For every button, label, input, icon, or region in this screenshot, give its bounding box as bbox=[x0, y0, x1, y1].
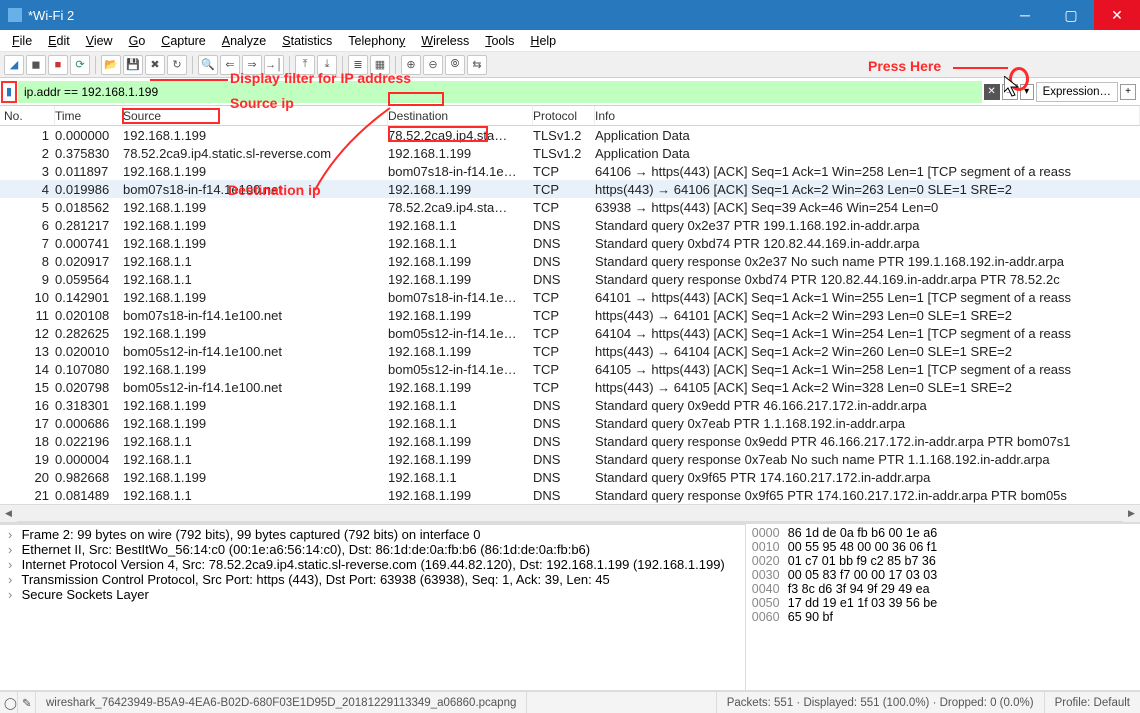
toolbar-autoscroll-icon[interactable]: ≣ bbox=[348, 55, 368, 75]
menu-tools[interactable]: Tools bbox=[477, 32, 522, 50]
hex-row[interactable]: 003000 05 83 f7 00 00 17 03 03 bbox=[752, 568, 975, 582]
table-row[interactable]: 70.000741192.168.1.199192.168.1.1DNSStan… bbox=[0, 234, 1140, 252]
maximize-button[interactable]: ▢ bbox=[1048, 0, 1094, 30]
hex-row[interactable]: 001000 55 95 48 00 00 36 06 f1 bbox=[752, 540, 975, 554]
toolbar-reload-icon[interactable]: ↻ bbox=[167, 55, 187, 75]
column-info[interactable]: Info bbox=[595, 106, 1140, 125]
display-filter-input[interactable] bbox=[18, 81, 982, 103]
status-file: wireshark_76423949-B5A9-4EA6-B02D-680F03… bbox=[36, 692, 527, 713]
column-source[interactable]: Source bbox=[123, 106, 388, 125]
toolbar-options-icon[interactable]: ◼ bbox=[26, 55, 46, 75]
column-destination[interactable]: Destination bbox=[388, 106, 533, 125]
menu-telephony[interactable]: Telephony bbox=[340, 32, 413, 50]
toolbar-zoomout-icon[interactable]: ⊖ bbox=[423, 55, 443, 75]
table-row[interactable]: 50.018562192.168.1.19978.52.2ca9.ip4.sta… bbox=[0, 198, 1140, 216]
toolbar-zoomin-icon[interactable]: ⊕ bbox=[401, 55, 421, 75]
clear-filter-icon[interactable]: ✕ bbox=[984, 84, 1000, 100]
packet-bytes-pane[interactable]: 000086 1d de 0a fb b6 00 1e a6001000 55 … bbox=[745, 524, 981, 691]
table-row[interactable]: 20.37583078.52.2ca9.ip4.static.sl-revers… bbox=[0, 144, 1140, 162]
toolbar-close-icon[interactable]: ✖ bbox=[145, 55, 165, 75]
toolbar-prev-icon[interactable]: ⇐ bbox=[220, 55, 240, 75]
toolbar: ◢ ◼ ■ ⟳ 📂 💾 ✖ ↻ 🔍 ⇐ ⇒ →│ ⤒ ⤓ ≣ ▦ ⊕ ⊖ ⦾ ⇆ bbox=[0, 52, 1140, 78]
window-title: *Wi-Fi 2 bbox=[28, 8, 1002, 23]
toolbar-stop-capture-icon[interactable]: ■ bbox=[48, 55, 68, 75]
packet-list-header[interactable]: No. Time Source Destination Protocol Inf… bbox=[0, 106, 1140, 126]
table-row[interactable]: 110.020108bom07s18-in-f14.1e100.net192.1… bbox=[0, 306, 1140, 324]
statusbar: ◯ ✎ wireshark_76423949-B5A9-4EA6-B02D-68… bbox=[0, 691, 1140, 713]
menubar: File Edit View Go Capture Analyze Statis… bbox=[0, 30, 1140, 52]
filter-bar: ▮ ✕ → ▾ Expression… + bbox=[0, 78, 1140, 106]
menu-file[interactable]: File bbox=[4, 32, 40, 50]
table-row[interactable]: 140.107080192.168.1.199bom05s12-in-f14.1… bbox=[0, 360, 1140, 378]
table-row[interactable]: 190.000004192.168.1.1192.168.1.199DNSSta… bbox=[0, 450, 1140, 468]
tree-item[interactable]: › Secure Sockets Layer bbox=[8, 587, 725, 602]
menu-view[interactable]: View bbox=[78, 32, 121, 50]
table-row[interactable]: 200.982668192.168.1.199192.168.1.1DNSSta… bbox=[0, 468, 1140, 486]
table-row[interactable]: 180.022196192.168.1.1192.168.1.199DNSSta… bbox=[0, 432, 1140, 450]
toolbar-goto-icon[interactable]: →│ bbox=[264, 55, 284, 75]
scroll-left-icon[interactable]: ◀ bbox=[0, 505, 17, 522]
menu-analyze[interactable]: Analyze bbox=[214, 32, 274, 50]
expert-info-icon[interactable]: ◯ bbox=[0, 692, 18, 713]
table-row[interactable]: 30.011897192.168.1.199bom07s18-in-f14.1e… bbox=[0, 162, 1140, 180]
toolbar-find-icon[interactable]: 🔍 bbox=[198, 55, 218, 75]
hex-row[interactable]: 006065 90 bf bbox=[752, 610, 975, 624]
menu-help[interactable]: Help bbox=[522, 32, 564, 50]
close-button[interactable]: ✕ bbox=[1094, 0, 1140, 30]
status-profile[interactable]: Profile: Default bbox=[1045, 692, 1140, 713]
table-row[interactable]: 40.019986bom07s18-in-f14.1e100.net192.16… bbox=[0, 180, 1140, 198]
column-protocol[interactable]: Protocol bbox=[533, 106, 595, 125]
menu-wireless[interactable]: Wireless bbox=[413, 32, 477, 50]
table-row[interactable]: 150.020798bom05s12-in-f14.1e100.net192.1… bbox=[0, 378, 1140, 396]
toolbar-save-icon[interactable]: 💾 bbox=[123, 55, 143, 75]
bookmark-filter-icon[interactable]: ▮ bbox=[1, 81, 17, 103]
menu-go[interactable]: Go bbox=[121, 32, 154, 50]
table-row[interactable]: 210.081489192.168.1.1192.168.1.199DNSSta… bbox=[0, 486, 1140, 504]
table-row[interactable]: 10.000000192.168.1.19978.52.2ca9.ip4.sta… bbox=[0, 126, 1140, 144]
menu-statistics[interactable]: Statistics bbox=[274, 32, 340, 50]
toolbar-start-capture-icon[interactable]: ◢ bbox=[4, 55, 24, 75]
tree-item[interactable]: › Internet Protocol Version 4, Src: 78.5… bbox=[8, 557, 725, 572]
column-no[interactable]: No. bbox=[0, 106, 55, 125]
packet-details-pane[interactable]: › Frame 2: 99 bytes on wire (792 bits), … bbox=[0, 524, 745, 691]
table-row[interactable]: 120.282625192.168.1.199bom05s12-in-f14.1… bbox=[0, 324, 1140, 342]
capture-file-properties-icon[interactable]: ✎ bbox=[18, 692, 36, 713]
toolbar-last-icon[interactable]: ⤓ bbox=[317, 55, 337, 75]
titlebar: *Wi-Fi 2 ─ ▢ ✕ bbox=[0, 0, 1140, 30]
toolbar-next-icon[interactable]: ⇒ bbox=[242, 55, 262, 75]
add-filter-button-icon[interactable]: + bbox=[1120, 84, 1136, 100]
table-row[interactable]: 130.020010bom05s12-in-f14.1e100.net192.1… bbox=[0, 342, 1140, 360]
packet-list[interactable]: 10.000000192.168.1.19978.52.2ca9.ip4.sta… bbox=[0, 126, 1140, 504]
hex-row[interactable]: 002001 c7 01 bb f9 c2 85 b7 36 bbox=[752, 554, 975, 568]
hex-row[interactable]: 000086 1d de 0a fb b6 00 1e a6 bbox=[752, 526, 975, 540]
column-time[interactable]: Time bbox=[55, 106, 123, 125]
toolbar-first-icon[interactable]: ⤒ bbox=[295, 55, 315, 75]
menu-capture[interactable]: Capture bbox=[153, 32, 213, 50]
toolbar-restart-capture-icon[interactable]: ⟳ bbox=[70, 55, 90, 75]
hex-row[interactable]: 0040f3 8c d6 3f 94 9f 29 49 ea bbox=[752, 582, 975, 596]
app-icon bbox=[8, 8, 22, 22]
status-packets: Packets: 551 · Displayed: 551 (100.0%) ·… bbox=[717, 692, 1045, 713]
toolbar-colorize-icon[interactable]: ▦ bbox=[370, 55, 390, 75]
table-row[interactable]: 60.281217192.168.1.199192.168.1.1DNSStan… bbox=[0, 216, 1140, 234]
minimize-button[interactable]: ─ bbox=[1002, 0, 1048, 30]
tree-item[interactable]: › Ethernet II, Src: BestItWo_56:14:c0 (0… bbox=[8, 542, 725, 557]
toolbar-zoomreset-icon[interactable]: ⦾ bbox=[445, 55, 465, 75]
toolbar-open-icon[interactable]: 📂 bbox=[101, 55, 121, 75]
table-row[interactable]: 160.318301192.168.1.199192.168.1.1DNSSta… bbox=[0, 396, 1140, 414]
table-row[interactable]: 90.059564192.168.1.1192.168.1.199DNSStan… bbox=[0, 270, 1140, 288]
tree-item[interactable]: › Transmission Control Protocol, Src Por… bbox=[8, 572, 725, 587]
table-row[interactable]: 100.142901192.168.1.199bom07s18-in-f14.1… bbox=[0, 288, 1140, 306]
table-row[interactable]: 80.020917192.168.1.1192.168.1.199DNSStan… bbox=[0, 252, 1140, 270]
table-row[interactable]: 170.000686192.168.1.199192.168.1.1DNSSta… bbox=[0, 414, 1140, 432]
expression-button[interactable]: Expression… bbox=[1036, 82, 1118, 102]
apply-filter-icon[interactable]: → bbox=[1002, 84, 1018, 100]
filter-dropdown-icon[interactable]: ▾ bbox=[1020, 84, 1034, 100]
tree-item[interactable]: › Frame 2: 99 bytes on wire (792 bits), … bbox=[8, 527, 725, 542]
packet-list-scrollbar[interactable]: ◀ ▶ bbox=[0, 504, 1140, 521]
hex-row[interactable]: 005017 dd 19 e1 1f 03 39 56 be bbox=[752, 596, 975, 610]
scroll-right-icon[interactable]: ▶ bbox=[1123, 505, 1140, 522]
toolbar-resize-icon[interactable]: ⇆ bbox=[467, 55, 487, 75]
menu-edit[interactable]: Edit bbox=[40, 32, 78, 50]
